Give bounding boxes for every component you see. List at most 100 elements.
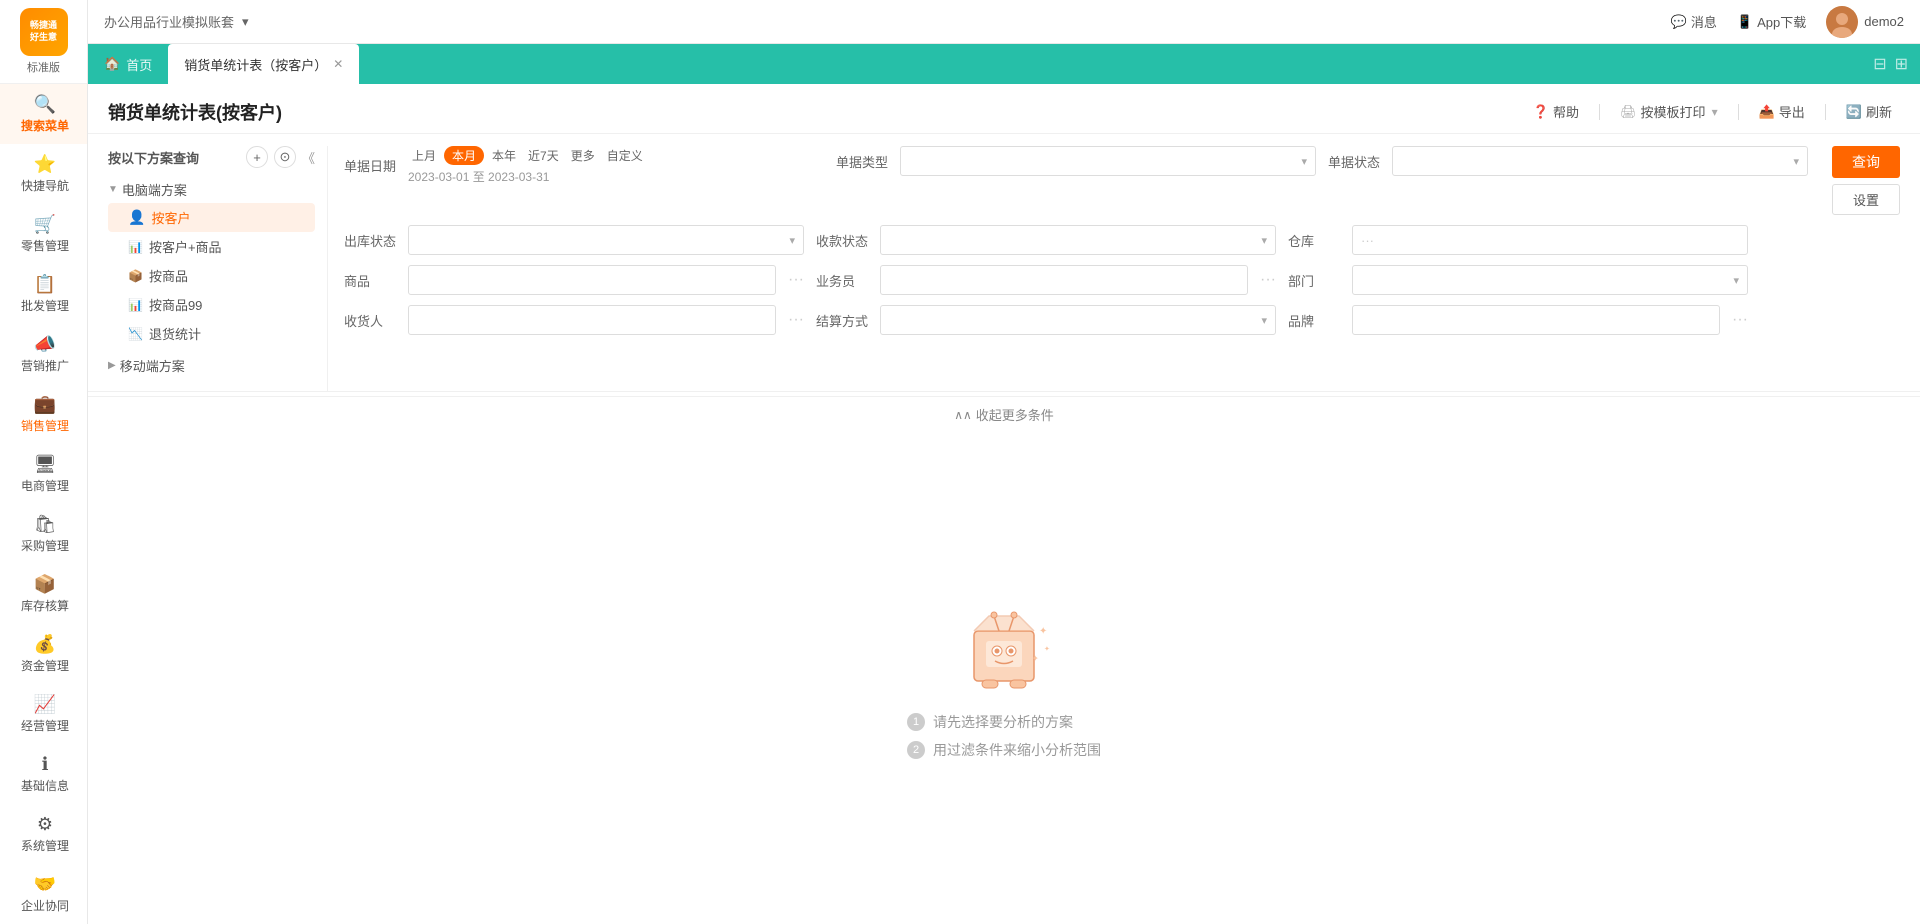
home-icon: 🏠	[104, 56, 120, 72]
export-icon: 📤	[1759, 104, 1775, 120]
finance-icon: 💰	[34, 634, 56, 655]
goods-select[interactable]	[408, 265, 776, 295]
scheme-collapse-button[interactable]: 《	[302, 148, 315, 167]
query-button[interactable]: 查询	[1832, 146, 1900, 178]
receipt-status-select[interactable]: ▾	[880, 225, 1276, 255]
scheme-group-mobile-title[interactable]: ▶ 移动端方案	[108, 352, 315, 379]
sidebar-item-operations[interactable]: 📈 经营管理	[0, 684, 87, 744]
date-tab-this-month[interactable]: 本月	[444, 146, 484, 165]
date-range: 2023-03-01 至 2023-03-31	[408, 168, 824, 185]
receiver-label: 收货人	[344, 311, 400, 330]
sidebar-item-ecom[interactable]: 🖥 电商管理	[0, 444, 87, 504]
desktop-group-label: 电脑端方案	[122, 180, 187, 199]
user-menu[interactable]: demo2	[1826, 6, 1904, 38]
scheme-item-by-goods99-label: 按商品99	[149, 295, 202, 314]
sidebar-item-finance[interactable]: 💰 资金管理	[0, 624, 87, 684]
sidebar-item-cooperation-label: 企业协同	[21, 897, 69, 914]
receiver-ellipsis[interactable]: ···	[784, 311, 804, 329]
sidebar-item-search[interactable]: 🔍 搜索菜单	[0, 84, 87, 144]
tab-close-icon[interactable]: ✕	[333, 57, 343, 71]
payment-select[interactable]: ▾	[880, 305, 1276, 335]
maximize-icon[interactable]: ⊞	[1895, 54, 1908, 74]
sidebar-item-purchase[interactable]: 🛍 采购管理	[0, 504, 87, 564]
filter-row-3: 商品 ··· 业务员 ··· 部门	[344, 265, 1900, 295]
operations-icon: 📈	[34, 694, 56, 715]
date-tab-custom[interactable]: 自定义	[603, 146, 647, 165]
scheme-item-by-customer[interactable]: 👤 按客户	[108, 203, 315, 232]
settings-button[interactable]: 设置	[1832, 184, 1900, 215]
topbar-right: 💬 消息 📱 App下载 demo2	[1671, 6, 1904, 38]
brand-label: 品牌	[1288, 311, 1344, 330]
logo-subtitle: 标准版	[27, 59, 60, 75]
tab-home[interactable]: 🏠 首页	[88, 44, 168, 84]
help-button[interactable]: ❓ 帮助	[1525, 98, 1587, 125]
divider-3	[1825, 104, 1826, 120]
filter-order-type-field: 单据类型 ▾	[836, 146, 1316, 176]
date-tab-this-year[interactable]: 本年	[488, 146, 520, 165]
date-tab-last-month[interactable]: 上月	[408, 146, 440, 165]
sidebar-item-basics-label: 基础信息	[21, 777, 69, 794]
tab-home-label: 首页	[126, 55, 152, 74]
scheme-item-by-customer-goods-label: 按客户+商品	[149, 237, 222, 256]
date-tab-7days[interactable]: 近7天	[524, 146, 563, 165]
workspace-dropdown[interactable]: ▾	[242, 14, 249, 30]
sidebar-item-quicknav[interactable]: ⭐ 快捷导航	[0, 144, 87, 204]
brand-ellipsis[interactable]: ···	[1728, 311, 1748, 329]
print-button[interactable]: 🖨 按模板打印 ▾	[1612, 98, 1726, 125]
scheme-item-return-stat[interactable]: 📉 退货统计	[108, 319, 315, 348]
sidebar-item-cooperation[interactable]: 🤝 企业协同	[0, 864, 87, 924]
date-tab-more[interactable]: 更多	[567, 146, 599, 165]
filter-receipt-status-field: 收款状态 ▾	[816, 225, 1276, 255]
filter-goods-field: 商品 ···	[344, 265, 804, 295]
sidebar-item-retail[interactable]: 🛒 零售管理	[0, 204, 87, 264]
refresh-button[interactable]: 🔄 刷新	[1838, 98, 1900, 125]
warehouse-select[interactable]: ···	[1352, 225, 1748, 255]
out-status-select[interactable]: ▾	[408, 225, 804, 255]
scheme-item-by-customer-goods[interactable]: 📊 按客户+商品	[108, 232, 315, 261]
order-status-select[interactable]: ▾	[1392, 146, 1808, 176]
goods-ellipsis[interactable]: ···	[784, 271, 804, 289]
sidebar-item-basics[interactable]: ℹ 基础信息	[0, 744, 87, 804]
brand-select[interactable]	[1352, 305, 1720, 335]
filter-date-field: 单据日期 上月 本月 本年 近7天 更多 自定义 2023-03-01 至 20…	[344, 146, 824, 185]
scheme-panel: 按以下方案查询 + ⊙ 《 ▼ 电脑端方案 👤 按客户	[108, 146, 328, 391]
scheme-item-by-goods99[interactable]: 📊 按商品99	[108, 290, 315, 319]
receiver-select[interactable]	[408, 305, 776, 335]
scheme-add-button[interactable]: +	[246, 146, 268, 168]
empty-tip-2: 2 用过滤条件来缩小分析范围	[907, 740, 1101, 760]
content-area: 销货单统计表(按客户) ❓ 帮助 🖨 按模板打印 ▾ 📤 导出	[88, 84, 1920, 924]
scheme-settings-button[interactable]: ⊙	[274, 146, 296, 168]
sidebar-item-ecom-label: 电商管理	[21, 477, 69, 494]
print-label: 按模板打印	[1641, 102, 1706, 121]
salesperson-select[interactable]	[880, 265, 1248, 295]
sidebar-item-marketing[interactable]: 📣 营销推广	[0, 324, 87, 384]
scheme-actions: + ⊙ 《	[246, 146, 315, 168]
order-type-select[interactable]: ▾	[900, 146, 1316, 176]
export-button[interactable]: 📤 导出	[1751, 98, 1813, 125]
dept-select[interactable]: ▾	[1352, 265, 1748, 295]
tab-sales-stat[interactable]: 销货单统计表（按客户） ✕	[168, 44, 359, 84]
basics-icon: ℹ	[42, 754, 49, 775]
app-download-button[interactable]: 📱 App下载	[1737, 12, 1806, 31]
filter-payment-field: 结算方式 ▾	[816, 305, 1276, 335]
print-dropdown-icon[interactable]: ▾	[1712, 105, 1718, 119]
tabbar: 🏠 首页 销货单统计表（按客户） ✕ ⊟ ⊞	[88, 44, 1920, 84]
message-button[interactable]: 💬 消息	[1671, 12, 1717, 31]
purchase-icon: 🛍	[34, 514, 57, 535]
system-icon: ⚙	[37, 814, 53, 835]
sidebar-item-inventory[interactable]: 📦 库存核算	[0, 564, 87, 624]
salesperson-ellipsis[interactable]: ···	[1256, 271, 1276, 289]
filter-section: 按以下方案查询 + ⊙ 《 ▼ 电脑端方案 👤 按客户	[88, 134, 1920, 392]
tip-num-1: 1	[907, 713, 925, 731]
by-customer-goods-icon: 📊	[128, 240, 143, 254]
scheme-group-desktop-title[interactable]: ▼ 电脑端方案	[108, 176, 315, 203]
collapse-bar[interactable]: ∧∧ 收起更多条件	[88, 396, 1920, 432]
sidebar-item-operations-label: 经营管理	[21, 717, 69, 734]
scheme-item-by-goods[interactable]: 📦 按商品	[108, 261, 315, 290]
message-icon: 💬	[1671, 14, 1687, 30]
sidebar-item-wholesale[interactable]: 📋 批发管理	[0, 264, 87, 324]
scheme-group-mobile: ▶ 移动端方案	[108, 352, 315, 379]
sidebar-item-sales[interactable]: 💼 销售管理	[0, 384, 87, 444]
minimize-icon[interactable]: ⊟	[1873, 54, 1886, 74]
sidebar-item-system[interactable]: ⚙ 系统管理	[0, 804, 87, 864]
